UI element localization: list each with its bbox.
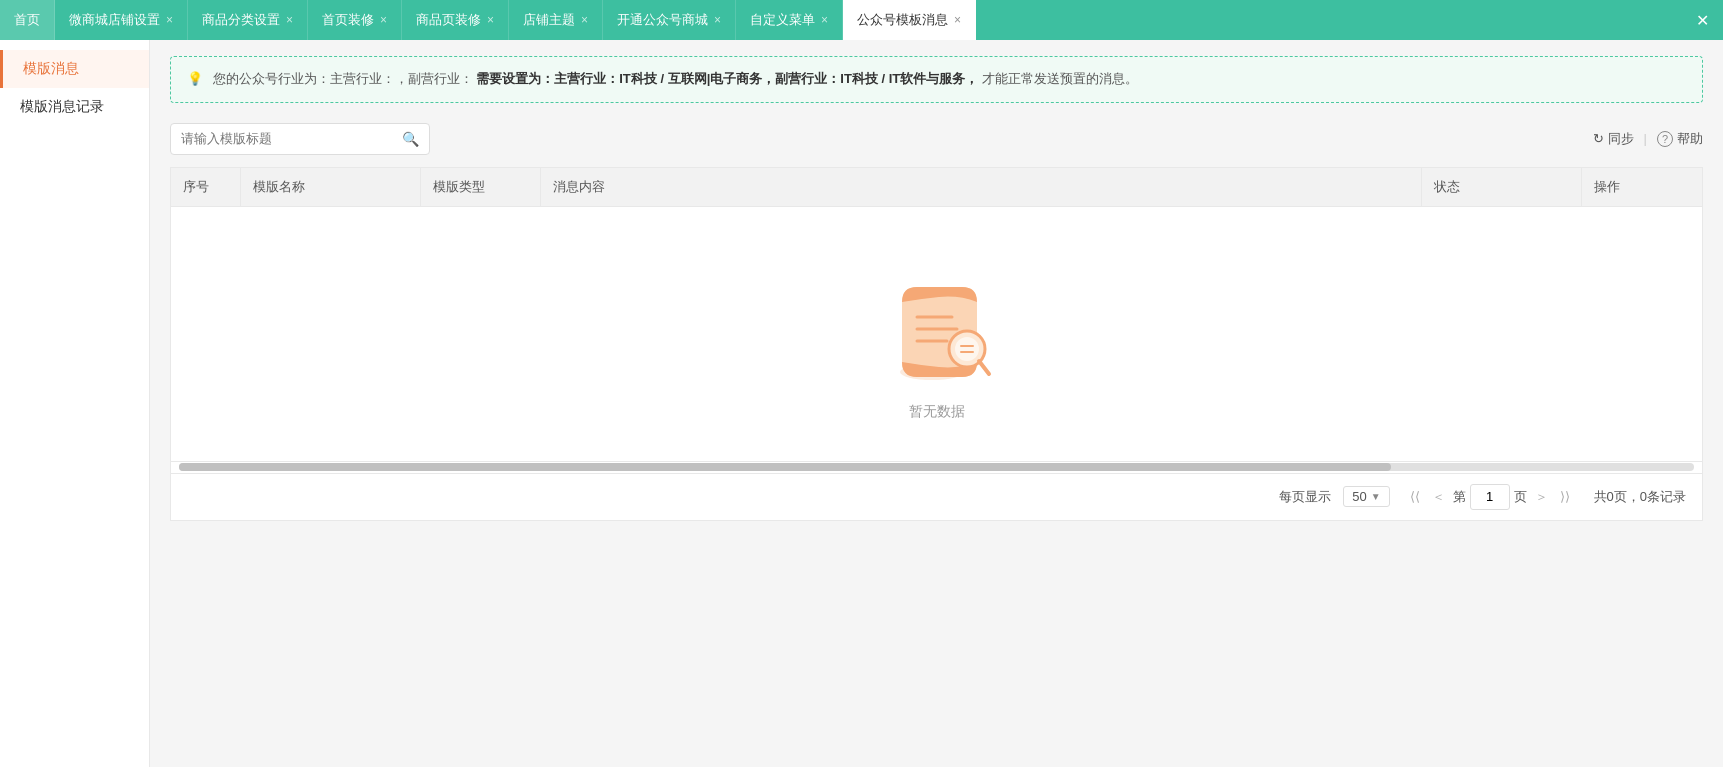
page-label: 第: [1453, 488, 1466, 506]
tab-close-icon[interactable]: ×: [487, 13, 494, 27]
pagination: 每页显示 50 ▼ ⟨⟨ ＜ 第 页 ＞ ⟩⟩ 共0页，0条记录: [170, 474, 1703, 521]
notice-prefix: 您的公众号行业为：主营行业：，副营行业：: [213, 71, 473, 86]
topbar-tab-home[interactable]: 首页: [0, 0, 55, 40]
tab-label: 自定义菜单: [750, 11, 815, 29]
sync-label: 同步: [1608, 130, 1634, 148]
topbar-tab-open-mall[interactable]: 开通公众号商城 ×: [603, 0, 736, 40]
topbar-tab-custom-menu[interactable]: 自定义菜单 ×: [736, 0, 843, 40]
notice-icon: 💡: [187, 71, 203, 86]
page-unit: 页: [1514, 488, 1527, 506]
tab-close-icon[interactable]: ×: [380, 13, 387, 27]
first-page-button[interactable]: ⟨⟨: [1406, 487, 1424, 506]
table-header: 序号模版名称模版类型消息内容状态操作: [170, 167, 1703, 207]
help-button[interactable]: ? 帮助: [1657, 130, 1703, 148]
tab-close-icon[interactable]: ×: [714, 13, 721, 27]
tab-close-icon[interactable]: ×: [954, 13, 961, 27]
tab-label: 开通公众号商城: [617, 11, 708, 29]
topbar-tab-product-decor[interactable]: 商品页装修 ×: [402, 0, 509, 40]
tab-label: 公众号模板消息: [857, 11, 948, 29]
tab-label: 商品页装修: [416, 11, 481, 29]
topbar-tab-store-theme[interactable]: 店铺主题 ×: [509, 0, 603, 40]
empty-state: 暂无数据: [170, 207, 1703, 462]
next-page-button[interactable]: ＞: [1531, 486, 1552, 508]
column-header-index: 序号: [171, 168, 241, 206]
column-header-status: 状态: [1422, 168, 1582, 206]
tab-label: 商品分类设置: [202, 11, 280, 29]
help-icon: ?: [1657, 131, 1673, 147]
tab-close-icon[interactable]: ×: [166, 13, 173, 27]
per-page-label: 每页显示: [1279, 488, 1331, 506]
main-layout: 模版消息模版消息记录 💡 您的公众号行业为：主营行业：，副营行业： 需要设置为：…: [0, 40, 1723, 767]
tab-close-icon[interactable]: ×: [581, 13, 588, 27]
topbar: 首页微商城店铺设置×商品分类设置×首页装修×商品页装修×店铺主题×开通公众号商城…: [0, 0, 1723, 40]
pagination-buttons: ⟨⟨ ＜ 第 页 ＞ ⟩⟩: [1406, 484, 1574, 510]
svg-point-5: [955, 337, 979, 361]
tab-label: 店铺主题: [523, 11, 575, 29]
sidebar-item-template-msg-record[interactable]: 模版消息记录: [0, 88, 149, 126]
per-page-value: 50: [1352, 489, 1366, 504]
column-header-actions: 操作: [1582, 168, 1702, 206]
tab-label: 首页装修: [322, 11, 374, 29]
total-info: 共0页，0条记录: [1594, 488, 1686, 506]
sidebar: 模版消息模版消息记录: [0, 40, 150, 767]
tab-close-icon[interactable]: ×: [821, 13, 828, 27]
sync-icon: ↻: [1593, 131, 1604, 146]
scrollbar-area: [170, 462, 1703, 474]
table-wrap: 序号模版名称模版类型消息内容状态操作: [170, 167, 1703, 521]
divider: |: [1644, 131, 1647, 146]
close-all-button[interactable]: ✕: [1682, 0, 1723, 40]
sync-button[interactable]: ↻ 同步: [1593, 130, 1634, 148]
page-number-input[interactable]: [1470, 484, 1510, 510]
search-icon[interactable]: 🔍: [402, 131, 419, 147]
notice-box: 💡 您的公众号行业为：主营行业：，副营行业： 需要设置为：主营行业：IT科技 /…: [170, 56, 1703, 103]
svg-line-6: [979, 361, 989, 374]
search-actions: ↻ 同步 | ? 帮助: [1593, 130, 1703, 148]
scrollbar-thumb[interactable]: [179, 463, 1391, 471]
help-label: 帮助: [1677, 130, 1703, 148]
page-input-wrap: 第 页: [1453, 484, 1527, 510]
per-page-select[interactable]: 50 ▼: [1343, 486, 1389, 507]
search-input-wrap: 🔍: [170, 123, 430, 155]
last-page-button[interactable]: ⟩⟩: [1556, 487, 1574, 506]
chevron-down-icon: ▼: [1371, 491, 1381, 502]
topbar-tab-category-settings[interactable]: 商品分类设置 ×: [188, 0, 308, 40]
search-bar: 🔍 ↻ 同步 | ? 帮助: [170, 123, 1703, 155]
topbar-tab-homepage-decor[interactable]: 首页装修 ×: [308, 0, 402, 40]
notice-highlight: 需要设置为：主营行业：IT科技 / 互联网|电子商务，副营行业：IT科技 / I…: [476, 71, 978, 86]
tab-label: 首页: [14, 11, 40, 29]
empty-illustration: [877, 267, 997, 387]
column-header-template-name: 模版名称: [241, 168, 421, 206]
topbar-tab-shop-settings[interactable]: 微商城店铺设置 ×: [55, 0, 188, 40]
empty-text: 暂无数据: [909, 403, 965, 421]
content-area: 💡 您的公众号行业为：主营行业：，副营行业： 需要设置为：主营行业：IT科技 /…: [150, 40, 1723, 767]
tab-label: 微商城店铺设置: [69, 11, 160, 29]
topbar-tab-template-msg[interactable]: 公众号模板消息 ×: [843, 0, 976, 40]
tab-close-icon[interactable]: ×: [286, 13, 293, 27]
prev-page-button[interactable]: ＜: [1428, 486, 1449, 508]
column-header-template-type: 模版类型: [421, 168, 541, 206]
sidebar-item-template-msg[interactable]: 模版消息: [0, 50, 149, 88]
column-header-content: 消息内容: [541, 168, 1422, 206]
search-input[interactable]: [181, 131, 402, 146]
scrollbar-track: [179, 463, 1694, 471]
notice-suffix: 才能正常发送预置的消息。: [982, 71, 1138, 86]
